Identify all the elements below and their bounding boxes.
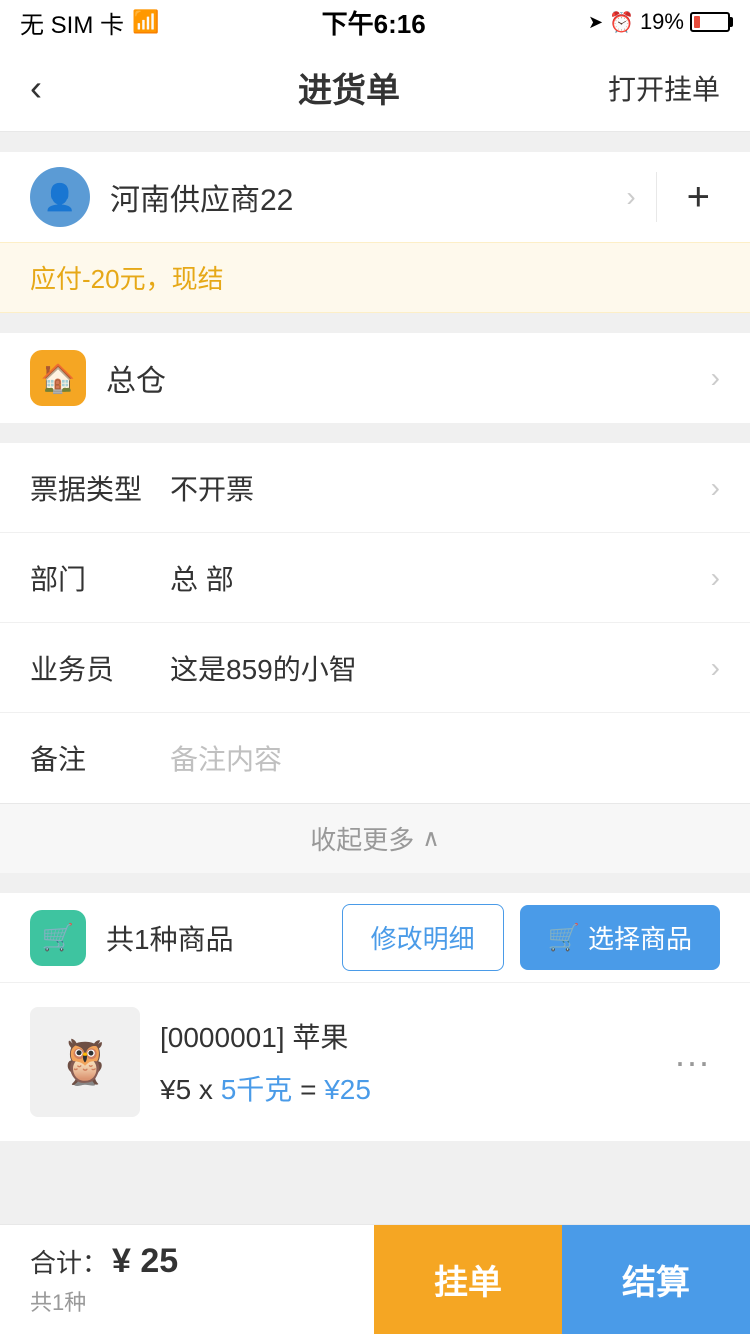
status-left: 无 SIM 卡 📶 — [20, 5, 159, 40]
battery-percent: 19% — [640, 9, 684, 35]
salesperson-chevron-icon: › — [711, 652, 720, 684]
product-code: [0000001] — [160, 1022, 292, 1053]
location-icon: ➤ — [588, 12, 603, 33]
supplier-avatar: 👤 — [30, 167, 90, 227]
product-total: ¥25 — [324, 1074, 371, 1105]
product-header: 🛒 共1种商品 修改明细 🛒 选择商品 — [0, 893, 750, 983]
product-more-button[interactable]: ··· — [664, 1031, 720, 1093]
status-time: 下午6:16 — [322, 4, 426, 41]
checkout-button[interactable]: 结算 — [562, 1225, 750, 1334]
product-thumb-icon: 🦉 — [58, 1036, 113, 1088]
warehouse-chevron-icon: › — [711, 362, 720, 394]
product-unit-price: ¥5 x — [160, 1074, 221, 1105]
product-price: ¥5 x 5千克 = ¥25 — [160, 1068, 664, 1108]
open-suspend-button[interactable]: 打开挂单 — [608, 68, 720, 108]
department-chevron-icon: › — [711, 562, 720, 594]
remark-value[interactable]: 备注内容 — [170, 738, 720, 778]
salesperson-label: 业务员 — [30, 648, 170, 688]
total-label: 合计： — [30, 1243, 108, 1280]
product-section: 🛒 共1种商品 修改明细 🛒 选择商品 🦉 [0000001] 苹果 ¥5 x — [0, 893, 750, 1141]
collapse-icon: ∧ — [422, 824, 440, 853]
supplier-warning: 应付-20元，现结 — [0, 242, 750, 313]
warehouse-name: 总仓 — [106, 356, 711, 400]
department-label: 部门 — [30, 558, 170, 598]
invoice-chevron-icon: › — [711, 472, 720, 504]
product-header-icon: 🛒 — [30, 910, 86, 966]
select-product-icon: 🛒 — [548, 922, 580, 953]
edit-detail-button[interactable]: 修改明细 — [342, 904, 504, 971]
warehouse-icon: 🏠 — [30, 350, 86, 406]
gap-2 — [0, 313, 750, 333]
invoice-value: 不开票 — [170, 468, 711, 508]
supplier-divider — [656, 172, 657, 222]
status-bar: 无 SIM 卡 📶 下午6:16 ➤ ⏰ 19% — [0, 0, 750, 44]
product-count: 共1种商品 — [106, 918, 342, 958]
add-supplier-button[interactable]: + — [677, 175, 720, 220]
gap-3 — [0, 423, 750, 443]
battery-icon — [690, 12, 730, 32]
bottom-bar: 合计： ¥ 25 共1种 挂单 结算 — [0, 1224, 750, 1334]
invoice-row[interactable]: 票据类型 不开票 › — [0, 443, 750, 533]
collapse-button[interactable]: 收起更多 ∧ — [0, 803, 750, 873]
product-equals: = — [300, 1074, 324, 1105]
suspend-button[interactable]: 挂单 — [374, 1225, 562, 1334]
wifi-icon: 📶 — [132, 9, 159, 35]
salesperson-value: 这是859的小智 — [170, 648, 711, 688]
product-info: [0000001] 苹果 ¥5 x 5千克 = ¥25 — [160, 1016, 664, 1108]
alarm-icon: ⏰ — [609, 10, 634, 35]
total-count: 共1种 — [30, 1285, 344, 1317]
gap-4 — [0, 873, 750, 893]
product-title: 苹果 — [292, 1022, 348, 1053]
department-row[interactable]: 部门 总 部 › — [0, 533, 750, 623]
total-section: 合计： ¥ 25 共1种 — [0, 1225, 374, 1334]
supplier-section: 👤 河南供应商22 › + 应付-20元，现结 — [0, 152, 750, 313]
warehouse-row[interactable]: 🏠 总仓 › — [0, 333, 750, 423]
gap-1 — [0, 132, 750, 152]
total-amount: ¥ 25 — [112, 1242, 178, 1281]
collapse-text: 收起更多 — [310, 820, 414, 857]
supplier-chevron-icon: › — [626, 181, 635, 213]
product-item: 🦉 [0000001] 苹果 ¥5 x 5千克 = ¥25 ··· — [0, 983, 750, 1141]
carrier-text: 无 SIM 卡 — [20, 5, 124, 40]
product-thumbnail: 🦉 — [30, 1007, 140, 1117]
department-value: 总 部 — [170, 558, 711, 598]
select-product-label: 选择商品 — [588, 919, 692, 956]
page-title: 进货单 — [298, 63, 400, 112]
status-right: ➤ ⏰ 19% — [588, 9, 730, 35]
nav-bar: ‹ 进货单 打开挂单 — [0, 44, 750, 132]
supplier-row[interactable]: 👤 河南供应商22 › + — [0, 152, 750, 242]
product-quantity: 5千克 — [221, 1074, 293, 1105]
remark-row[interactable]: 备注 备注内容 — [0, 713, 750, 803]
remark-label: 备注 — [30, 738, 170, 778]
warehouse-section: 🏠 总仓 › — [0, 333, 750, 423]
back-button[interactable]: ‹ — [30, 67, 90, 109]
bottom-gap — [0, 1141, 750, 1171]
invoice-label: 票据类型 — [30, 468, 170, 508]
product-name: [0000001] 苹果 — [160, 1016, 664, 1056]
salesperson-row[interactable]: 业务员 这是859的小智 › — [0, 623, 750, 713]
form-section: 票据类型 不开票 › 部门 总 部 › 业务员 这是859的小智 › 备注 备注… — [0, 443, 750, 803]
supplier-name: 河南供应商22 — [110, 175, 626, 219]
select-product-button[interactable]: 🛒 选择商品 — [520, 905, 720, 970]
